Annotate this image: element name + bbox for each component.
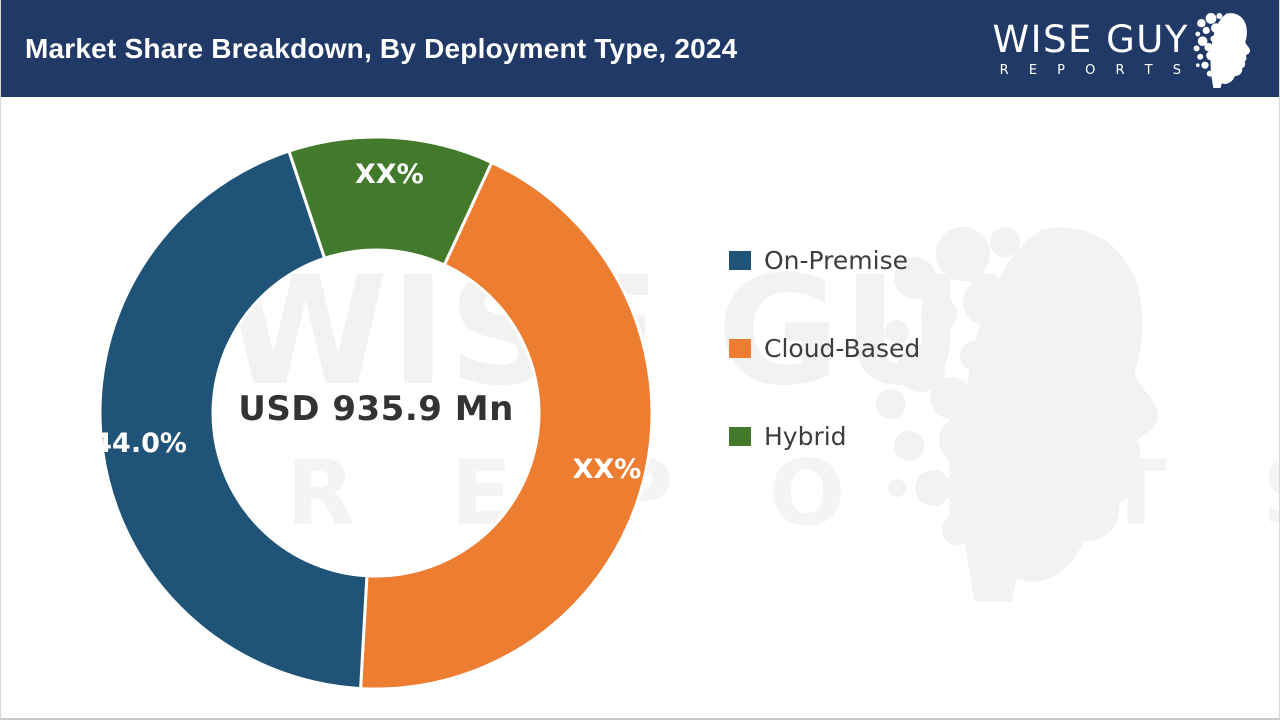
wiseguy-logo: WISE GUY R E P O R T S xyxy=(993,10,1253,88)
chart-center-value: USD 935.9 Mn xyxy=(238,389,514,429)
header-bar: Market Share Breakdown, By Deployment Ty… xyxy=(1,0,1279,97)
infographic-page: Market Share Breakdown, By Deployment Ty… xyxy=(0,0,1280,720)
legend-swatch-hybrid xyxy=(729,427,751,446)
slice-label: 44.0% xyxy=(96,428,187,459)
legend-label: Hybrid xyxy=(764,422,847,451)
slice-label: XX% xyxy=(355,159,424,190)
slice-label: XX% xyxy=(573,454,642,485)
legend-label: Cloud-Based xyxy=(764,334,921,363)
legend-label: On-Premise xyxy=(764,246,908,275)
logo-subtitle: R E P O R T S xyxy=(999,62,1189,78)
logo-name: WISE GUY xyxy=(992,17,1189,61)
wiseguy-face-icon xyxy=(1193,10,1253,88)
legend-swatch-on-premise xyxy=(729,251,751,270)
legend-swatch-cloud-based xyxy=(729,339,751,358)
page-title: Market Share Breakdown, By Deployment Ty… xyxy=(25,32,738,64)
logo-text: WISE GUY R E P O R T S xyxy=(993,21,1189,77)
legend-item-cloud-based: Cloud-Based xyxy=(729,336,920,361)
chart-legend: On-Premise Cloud-Based Hybrid xyxy=(729,248,920,449)
legend-item-on-premise: On-Premise xyxy=(729,248,920,273)
legend-item-hybrid: Hybrid xyxy=(729,424,920,449)
